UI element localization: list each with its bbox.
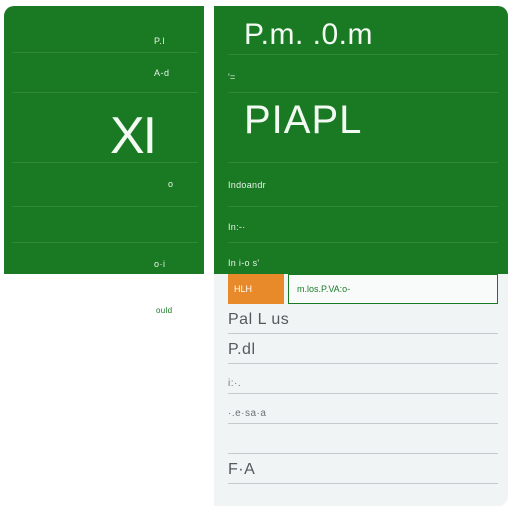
highlight-value-cell[interactable]: m.los.P.VA:o-: [288, 274, 498, 304]
highlight-value: m.los.P.VA:o-: [297, 284, 350, 294]
highlight-key: HLH: [234, 284, 252, 294]
left-label-3: o: [168, 179, 174, 189]
divider-line: [228, 206, 498, 207]
left-big-mark: XI: [110, 106, 155, 166]
green-row-3: In:-·: [228, 222, 246, 232]
divider-line: [12, 206, 198, 207]
highlight-row[interactable]: HLH m.los.P.VA:o-: [228, 274, 498, 304]
divider-line: [12, 162, 198, 163]
left-foot-tag: ould: [156, 306, 172, 315]
list-item-label: ·.e·sa·a: [228, 408, 266, 419]
panel-divider: [204, 6, 214, 506]
left-label-4: o·i: [154, 259, 166, 269]
list-item[interactable]: [228, 484, 498, 506]
app-frame: P.l A-d XI o o·i ould P.m. .0.m '= PIAPL…: [4, 6, 508, 506]
list-item[interactable]: [228, 424, 498, 454]
left-panel: P.l A-d XI o o·i ould: [4, 6, 204, 506]
list-item[interactable]: P.dl: [228, 334, 498, 364]
list-item-label: P.dl: [228, 341, 256, 359]
left-green-block: [4, 6, 204, 274]
highlight-key-cell[interactable]: HLH: [228, 274, 284, 304]
divider-line: [228, 242, 498, 243]
green-row-1: '=: [228, 72, 236, 82]
list-item[interactable]: Pal L us: [228, 304, 498, 334]
divider-line: [12, 242, 198, 243]
divider-line: [228, 92, 498, 93]
list-item[interactable]: i:·.: [228, 364, 498, 394]
left-label-1: P.l: [154, 36, 165, 46]
left-label-2: A-d: [154, 68, 170, 78]
divider-line: [228, 54, 498, 55]
right-panel: P.m. .0.m '= PIAPL Indoandr In:-· In i-o…: [214, 6, 508, 506]
page-subtitle: PIAPL: [244, 98, 362, 143]
list-item[interactable]: F·A: [228, 454, 498, 484]
list-item-label: i:·.: [228, 378, 241, 389]
list-item-label: F·A: [228, 461, 255, 479]
list-item-label: Pal L us: [228, 311, 289, 329]
page-title: P.m. .0.m: [244, 18, 373, 52]
green-row-4: In i-o s': [228, 258, 259, 268]
divider-line: [12, 52, 198, 53]
divider-line: [12, 92, 198, 93]
divider-line: [228, 162, 498, 163]
green-row-2: Indoandr: [228, 180, 266, 190]
list-item[interactable]: ·.e·sa·a: [228, 394, 498, 424]
